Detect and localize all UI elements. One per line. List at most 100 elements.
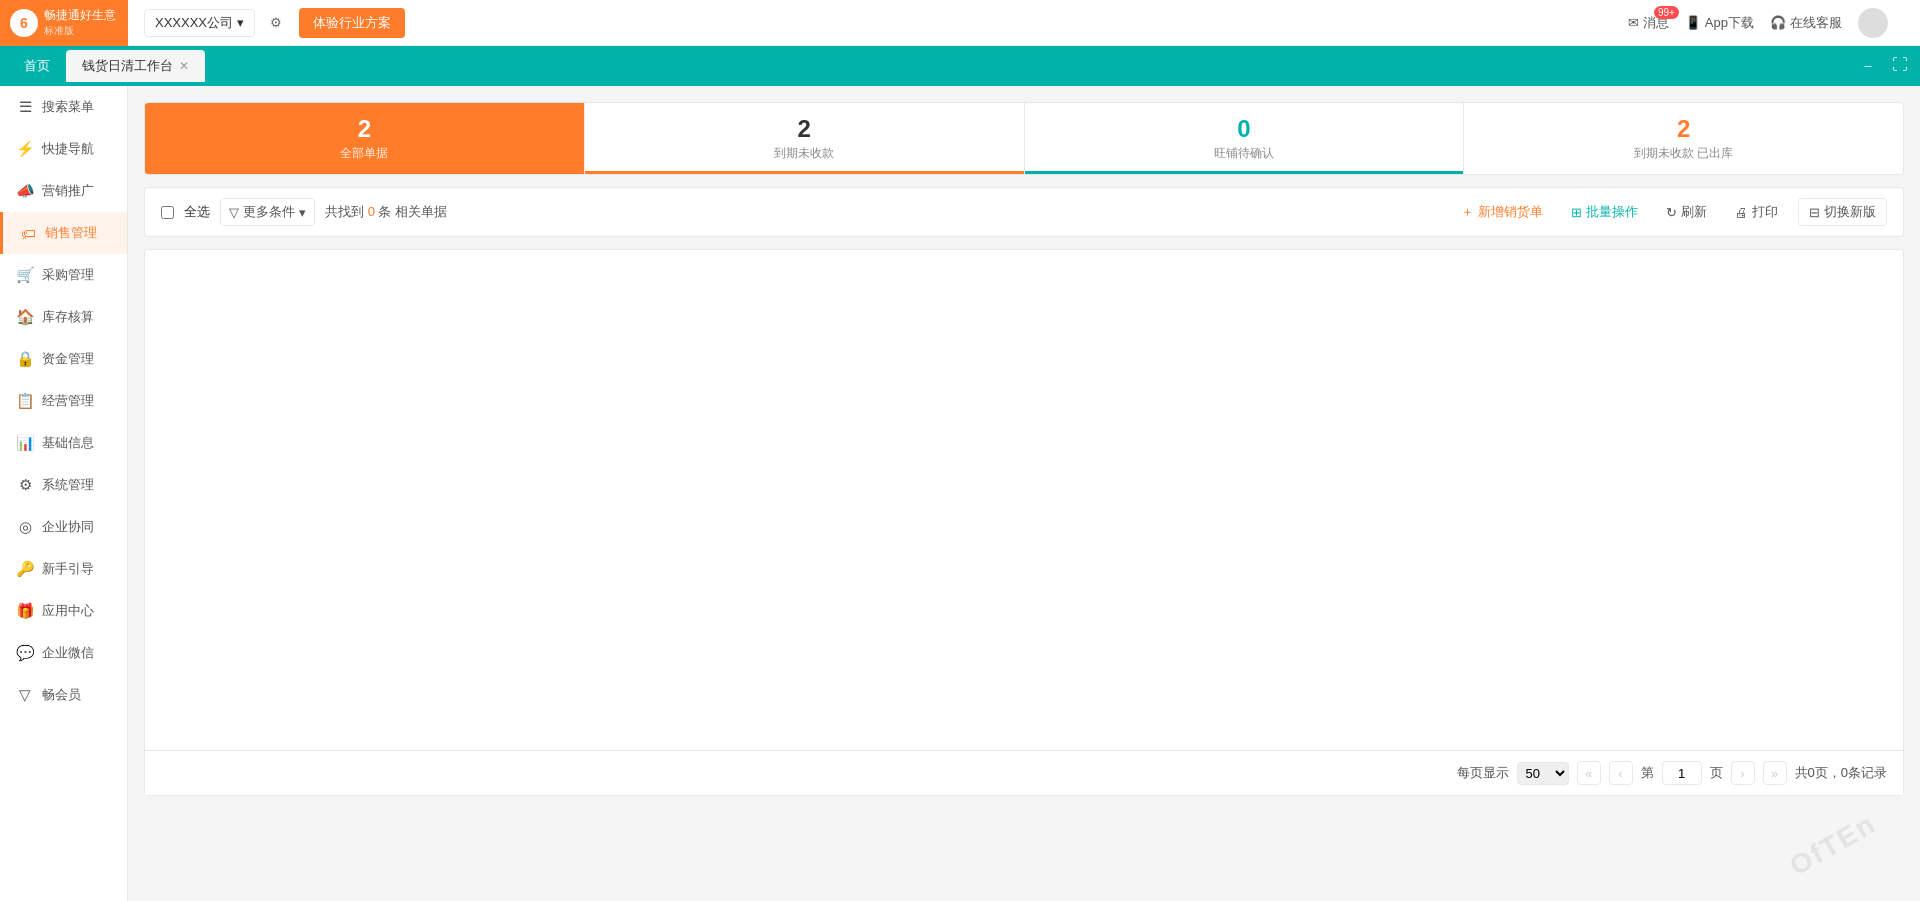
stat-overdue-underline [585,171,1024,174]
sidebar-item-finance[interactable]: 🔒 资金管理 [0,338,127,380]
stat-shipped[interactable]: 2 到期未收款 已出库 [1464,103,1903,174]
nav-right-actions: － ⛶ [1856,52,1912,81]
operations-icon: 📋 [16,392,34,410]
sidebar-item-quick-nav-label: 快捷导航 [42,140,94,158]
filter-icon: ▽ [229,205,239,220]
sidebar-item-quick-nav[interactable]: ⚡ 快捷导航 [0,128,127,170]
total-records: 共0页，0条记录 [1795,764,1887,782]
messages-btn[interactable]: ✉ 消息 99+ [1628,14,1669,32]
empty-table-body [145,250,1903,750]
new-order-button[interactable]: ＋ 新增销货单 [1453,199,1551,225]
tab-workbench[interactable]: 钱货日清工作台 ✕ [66,50,205,82]
quick-nav-icon: ⚡ [16,140,34,158]
top-bar: 6 畅捷通好生意 标准版 XXXXXX公司 ▾ ⚙ 体验行业方案 ✉ 消息 99… [0,0,1920,46]
search-menu-icon: ☰ [16,98,34,116]
stat-overdue[interactable]: 2 到期未收款 [585,103,1025,174]
nav-minimize-icon[interactable]: － [1856,52,1880,81]
sidebar-item-search-menu[interactable]: ☰ 搜索菜单 [0,86,127,128]
stat-all[interactable]: 2 全部单据 [145,103,585,174]
print-label: 打印 [1752,203,1778,221]
tab-home[interactable]: 首页 [8,50,66,82]
nav-tabs: 首页 钱货日清工作台 ✕ － ⛶ [0,46,1920,86]
app-center-icon: 🎁 [16,602,34,620]
wechat-icon: 💬 [16,644,34,662]
trial-button[interactable]: 体验行业方案 [299,8,405,38]
sidebar: ☰ 搜索菜单 ⚡ 快捷导航 📣 营销推广 🏷 销售管理 🛒 采购管理 🏠 库存核… [0,86,128,901]
user-avatar[interactable] [1858,8,1888,38]
sidebar-item-inventory[interactable]: 🏠 库存核算 [0,296,127,338]
switch-label: 切换新版 [1824,203,1876,221]
stat-pending[interactable]: 0 旺铺待确认 [1025,103,1465,174]
first-page-button[interactable]: « [1577,761,1601,785]
stat-overdue-count: 2 [605,115,1004,143]
sidebar-item-system-label: 系统管理 [42,476,94,494]
found-text: 共找到 0 条 相关单据 [325,203,447,221]
filter-dropdown-icon: ▾ [299,205,306,220]
sidebar-item-enterprise-label: 企业协同 [42,518,94,536]
page-number-input[interactable] [1662,761,1702,785]
tab-close-icon[interactable]: ✕ [179,59,189,73]
page-suffix: 页 [1710,764,1723,782]
sidebar-item-inventory-label: 库存核算 [42,308,94,326]
service-icon: 🎧 [1770,15,1786,30]
filter-button[interactable]: ▽ 更多条件 ▾ [220,198,315,226]
select-all-checkbox[interactable] [161,206,174,219]
stat-all-count: 2 [165,115,564,143]
sidebar-item-system[interactable]: ⚙ 系统管理 [0,464,127,506]
dropdown-icon: ▾ [237,15,244,30]
sidebar-item-app-center-label: 应用中心 [42,602,94,620]
enterprise-icon: ◎ [16,518,34,536]
found-prefix: 共找到 [325,204,364,219]
batch-operation-button[interactable]: ⊞ 批量操作 [1563,199,1646,225]
sidebar-item-basic-info[interactable]: 📊 基础信息 [0,422,127,464]
nav-maximize-icon[interactable]: ⛶ [1888,52,1912,81]
print-button[interactable]: 🖨 打印 [1727,199,1786,225]
sales-icon: 🏷 [19,225,37,242]
online-service-btn[interactable]: 🎧 在线客服 [1770,14,1842,32]
sidebar-item-purchase[interactable]: 🛒 采购管理 [0,254,127,296]
inventory-icon: 🏠 [16,308,34,326]
sidebar-item-marketing[interactable]: 📣 营销推广 [0,170,127,212]
sidebar-item-member-label: 畅会员 [42,686,81,704]
stat-shipped-count: 2 [1484,115,1883,143]
table-area: 每页显示 10 20 50 100 « ‹ 第 页 › » 共0页，0条记录 [144,249,1904,796]
stat-shipped-label: 到期未收款 已出库 [1484,145,1883,162]
sidebar-item-basic-info-label: 基础信息 [42,434,94,452]
toolbar: 全选 ▽ 更多条件 ▾ 共找到 0 条 相关单据 ＋ 新增销货单 ⊞ 批量操作 [144,187,1904,237]
purchase-icon: 🛒 [16,266,34,284]
messages-badge: 99+ [1654,6,1679,19]
sidebar-item-wechat[interactable]: 💬 企业微信 [0,632,127,674]
pagination: 每页显示 10 20 50 100 « ‹ 第 页 › » 共0页，0条记录 [145,750,1903,795]
sidebar-item-operations[interactable]: 📋 经营管理 [0,380,127,422]
sidebar-item-member[interactable]: ▽ 畅会员 [0,674,127,716]
logo-text: 畅捷通好生意 标准版 [44,8,116,37]
switch-version-button[interactable]: ⊟ 切换新版 [1798,198,1887,226]
next-page-button[interactable]: › [1731,761,1755,785]
company-selector[interactable]: XXXXXX公司 ▾ [144,9,255,37]
stats-row: 2 全部单据 2 到期未收款 0 旺铺待确认 2 到期未收款 已出库 [144,102,1904,175]
app-name: 畅捷通好生意 [44,8,116,24]
guide-icon: 🔑 [16,560,34,578]
sidebar-item-guide[interactable]: 🔑 新手引导 [0,548,127,590]
app-download-btn[interactable]: 📱 App下载 [1685,14,1754,32]
print-icon: 🖨 [1735,205,1748,220]
stat-pending-count: 0 [1045,115,1444,143]
page-label: 第 [1641,764,1654,782]
app-download-icon: 📱 [1685,15,1701,30]
select-all-label: 全选 [184,203,210,221]
sidebar-item-app-center[interactable]: 🎁 应用中心 [0,590,127,632]
tab-workbench-label: 钱货日清工作台 [82,57,173,75]
logo-area: 6 畅捷通好生意 标准版 [0,0,128,46]
found-suffix: 条 相关单据 [378,204,447,219]
per-page-select[interactable]: 10 20 50 100 [1517,762,1569,785]
last-page-button[interactable]: » [1763,761,1787,785]
stat-pending-label: 旺铺待确认 [1045,145,1444,162]
sidebar-item-sales[interactable]: 🏷 销售管理 [0,212,127,254]
batch-icon: ⊞ [1571,205,1582,220]
gear-button[interactable]: ⚙ [261,8,291,38]
toolbar-right: ＋ 新增销货单 ⊞ 批量操作 ↻ 刷新 🖨 打印 ⊟ 切换新版 [1453,198,1887,226]
sidebar-item-enterprise[interactable]: ◎ 企业协同 [0,506,127,548]
prev-page-button[interactable]: ‹ [1609,761,1633,785]
refresh-button[interactable]: ↻ 刷新 [1658,199,1715,225]
sidebar-item-guide-label: 新手引导 [42,560,94,578]
